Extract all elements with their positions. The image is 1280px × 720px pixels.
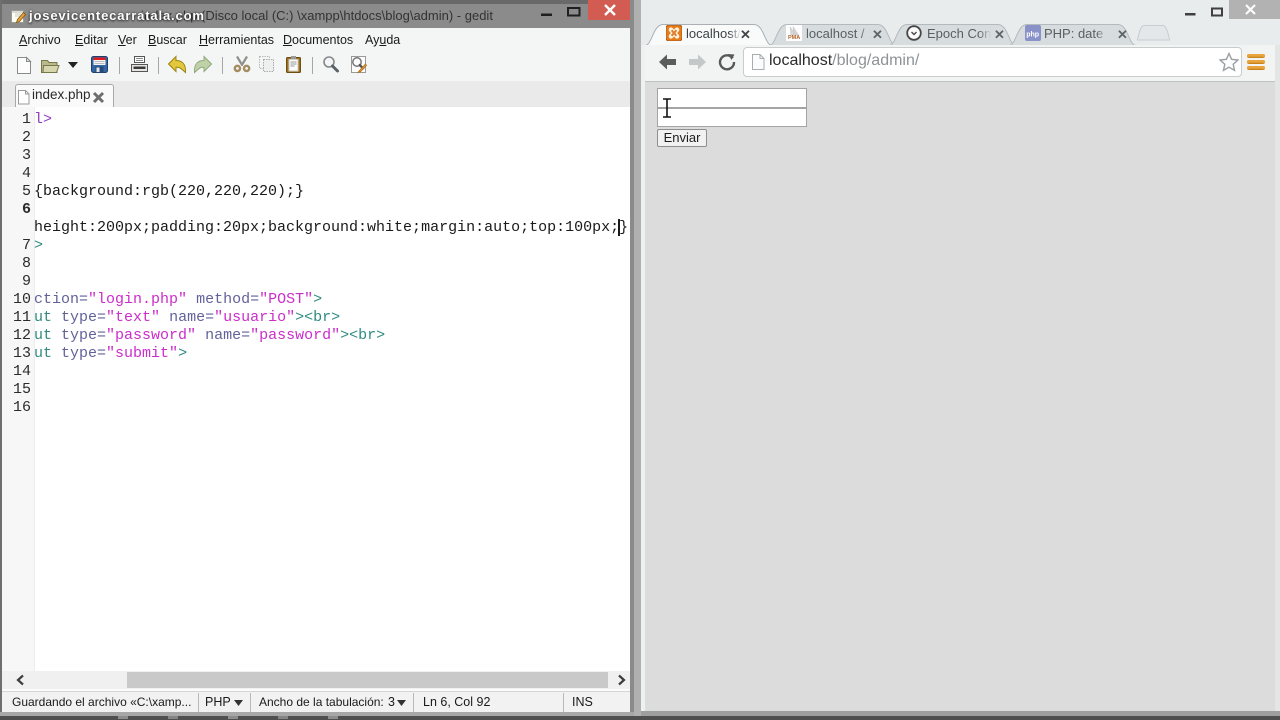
svg-text:php: php bbox=[1026, 32, 1039, 39]
svg-text:PMA: PMA bbox=[788, 35, 800, 41]
